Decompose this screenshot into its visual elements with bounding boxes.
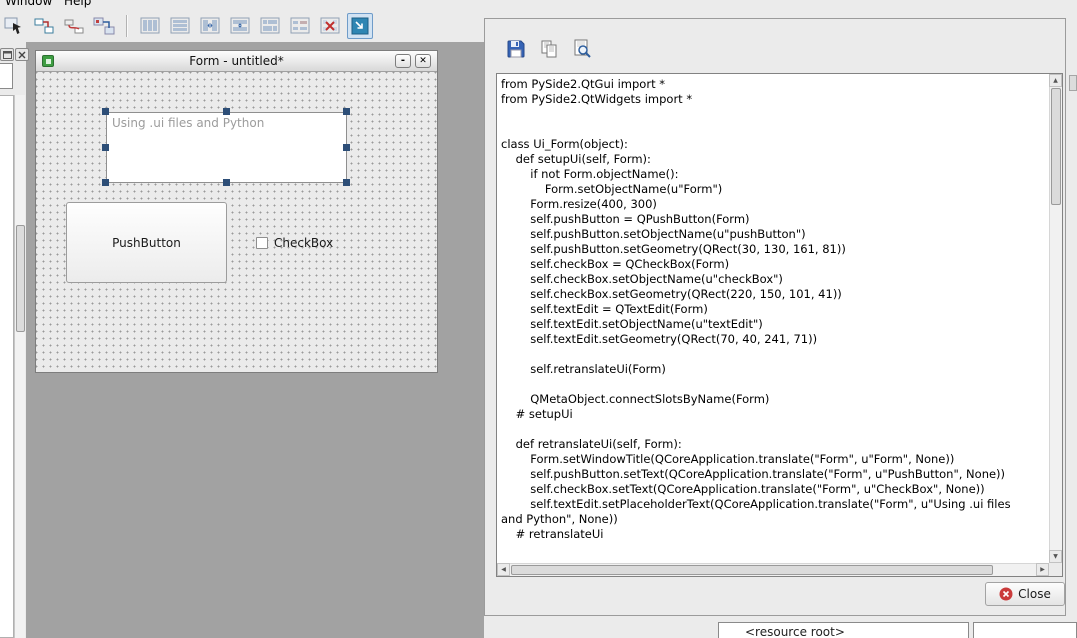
dock-float-button[interactable] <box>0 48 14 61</box>
copy-icon[interactable] <box>536 36 562 62</box>
layout-horizontal-icon[interactable] <box>137 13 163 39</box>
selection-handle[interactable] <box>102 179 109 186</box>
dock-close-icon[interactable] <box>15 48 29 61</box>
code-line: self.checkBox = QCheckBox(Form) <box>501 257 1047 272</box>
code-line: # retranslateUi <box>501 527 1047 542</box>
scroll-down-icon[interactable]: ▼ <box>1049 550 1062 563</box>
textedit-widget[interactable]: Using .ui files and Python <box>106 112 347 183</box>
right-panel-scrollbar-fragment <box>1069 75 1077 91</box>
code-line <box>501 377 1047 392</box>
vertical-scrollbar-thumb[interactable] <box>1051 88 1061 205</box>
checkbox-label: CheckBox <box>274 236 333 250</box>
horizontal-scrollbar-thumb[interactable] <box>511 565 993 575</box>
scroll-right-icon[interactable]: ▶ <box>1036 563 1049 576</box>
close-button[interactable]: Close <box>985 582 1065 606</box>
edit-signals-slots-icon[interactable] <box>31 13 57 39</box>
designer-form-window[interactable]: Form - untitled* - ✕ Using .ui files and… <box>35 50 438 373</box>
code-dialog-toolbar <box>503 36 595 62</box>
layout-form-icon[interactable] <box>287 13 313 39</box>
code-line: # setupUi <box>501 407 1047 422</box>
resource-file-pane <box>973 622 1077 638</box>
code-line: from PySide2.QtGui import * <box>501 77 1047 92</box>
code-line: def setupUi(self, Form): <box>501 152 1047 167</box>
selection-handle[interactable] <box>343 179 350 186</box>
scroll-left-icon[interactable]: ◀ <box>497 563 510 576</box>
code-line: def retranslateUi(self, Form): <box>501 437 1047 452</box>
scrollbar-corner <box>1049 563 1062 576</box>
code-line <box>501 107 1047 122</box>
edit-buddies-icon[interactable] <box>61 13 87 39</box>
code-line: self.pushButton.setText(QCoreApplication… <box>501 467 1047 482</box>
layout-splitter-vertical-icon[interactable] <box>227 13 253 39</box>
code-line: Form.resize(400, 300) <box>501 197 1047 212</box>
code-line: class Ui_Form(object): <box>501 137 1047 152</box>
edit-widgets-icon[interactable] <box>1 13 27 39</box>
edit-tab-order-icon[interactable] <box>91 13 117 39</box>
pushbutton-widget[interactable]: PushButton <box>66 202 227 283</box>
close-window-button[interactable]: ✕ <box>415 54 431 68</box>
widget-box-list[interactable] <box>0 95 14 638</box>
vertical-scrollbar[interactable]: ▲ ▼ <box>1049 74 1062 563</box>
menu-help[interactable]: Help <box>64 0 91 8</box>
code-line: Form.setObjectName(u"Form") <box>501 182 1047 197</box>
selection-handle[interactable] <box>102 108 109 115</box>
code-viewer-dialog: from PySide2.QtGui import *from PySide2.… <box>484 18 1066 616</box>
find-icon[interactable] <box>569 36 595 62</box>
code-line <box>501 122 1047 137</box>
close-button-label: Close <box>1018 587 1051 601</box>
code-line <box>501 347 1047 362</box>
code-line: self.textEdit = QTextEdit(Form) <box>501 302 1047 317</box>
layout-splitter-horizontal-icon[interactable] <box>197 13 223 39</box>
code-view[interactable]: from PySide2.QtGui import *from PySide2.… <box>496 73 1063 577</box>
code-line: self.checkBox.setObjectName(u"checkBox") <box>501 272 1047 287</box>
code-line: self.retranslateUi(Form) <box>501 362 1047 377</box>
widget-filter-box[interactable] <box>0 63 13 89</box>
code-line: self.pushButton = QPushButton(Form) <box>501 212 1047 227</box>
form-window-title: Form - untitled* <box>36 54 437 68</box>
code-line: self.textEdit.setObjectName(u"textEdit") <box>501 317 1047 332</box>
form-titlebar[interactable]: Form - untitled* - ✕ <box>36 51 437 72</box>
horizontal-scrollbar[interactable]: ◀ ▶ <box>497 563 1049 576</box>
save-icon[interactable] <box>503 36 529 62</box>
selection-handle[interactable] <box>223 108 230 115</box>
code-line: QMetaObject.connectSlotsByName(Form) <box>501 392 1047 407</box>
code-line: self.textEdit.setGeometry(QRect(70, 40, … <box>501 332 1047 347</box>
code-line: self.checkBox.setGeometry(QRect(220, 150… <box>501 287 1047 302</box>
qt-designer-window: Window Help <box>0 0 1077 638</box>
minimize-button[interactable]: - <box>395 54 411 68</box>
code-line: Form.setWindowTitle(QCoreApplication.tra… <box>501 452 1047 467</box>
menu-window[interactable]: Window <box>5 0 52 8</box>
layout-vertical-icon[interactable] <box>167 13 193 39</box>
selection-handle[interactable] <box>102 144 109 151</box>
checkbox-widget[interactable]: CheckBox <box>256 222 357 263</box>
break-layout-icon[interactable] <box>317 13 343 39</box>
adjust-size-icon[interactable] <box>347 13 373 39</box>
layout-grid-icon[interactable] <box>257 13 283 39</box>
code-line: and Python", None)) <box>501 512 1047 527</box>
widget-box-scrollbar-thumb[interactable] <box>16 225 25 332</box>
selection-handle[interactable] <box>343 144 350 151</box>
form-window-icon <box>42 55 54 67</box>
code-line: self.textEdit.setPlaceholderText(QCoreAp… <box>501 497 1047 512</box>
checkbox-indicator[interactable] <box>256 237 268 249</box>
code-content: from PySide2.QtGui import *from PySide2.… <box>501 77 1047 561</box>
selection-handle[interactable] <box>343 108 350 115</box>
code-line: self.checkBox.setText(QCoreApplication.t… <box>501 482 1047 497</box>
widget-box-panel <box>0 42 26 638</box>
widget-box-scrollbar[interactable] <box>14 95 25 638</box>
toolbar-separator <box>126 15 128 37</box>
menubar: Window Help <box>0 0 1077 9</box>
code-line: from PySide2.QtWidgets import * <box>501 92 1047 107</box>
resource-root-item[interactable]: <resource root> <box>718 622 969 638</box>
code-line: self.pushButton.setObjectName(u"pushButt… <box>501 227 1047 242</box>
scroll-up-icon[interactable]: ▲ <box>1049 74 1062 87</box>
form-canvas[interactable]: Using .ui files and Python PushButton Ch… <box>36 72 437 372</box>
code-line: if not Form.objectName(): <box>501 167 1047 182</box>
close-red-icon <box>999 587 1013 601</box>
selection-handle[interactable] <box>223 179 230 186</box>
code-line <box>501 422 1047 437</box>
code-line: self.pushButton.setGeometry(QRect(30, 13… <box>501 242 1047 257</box>
